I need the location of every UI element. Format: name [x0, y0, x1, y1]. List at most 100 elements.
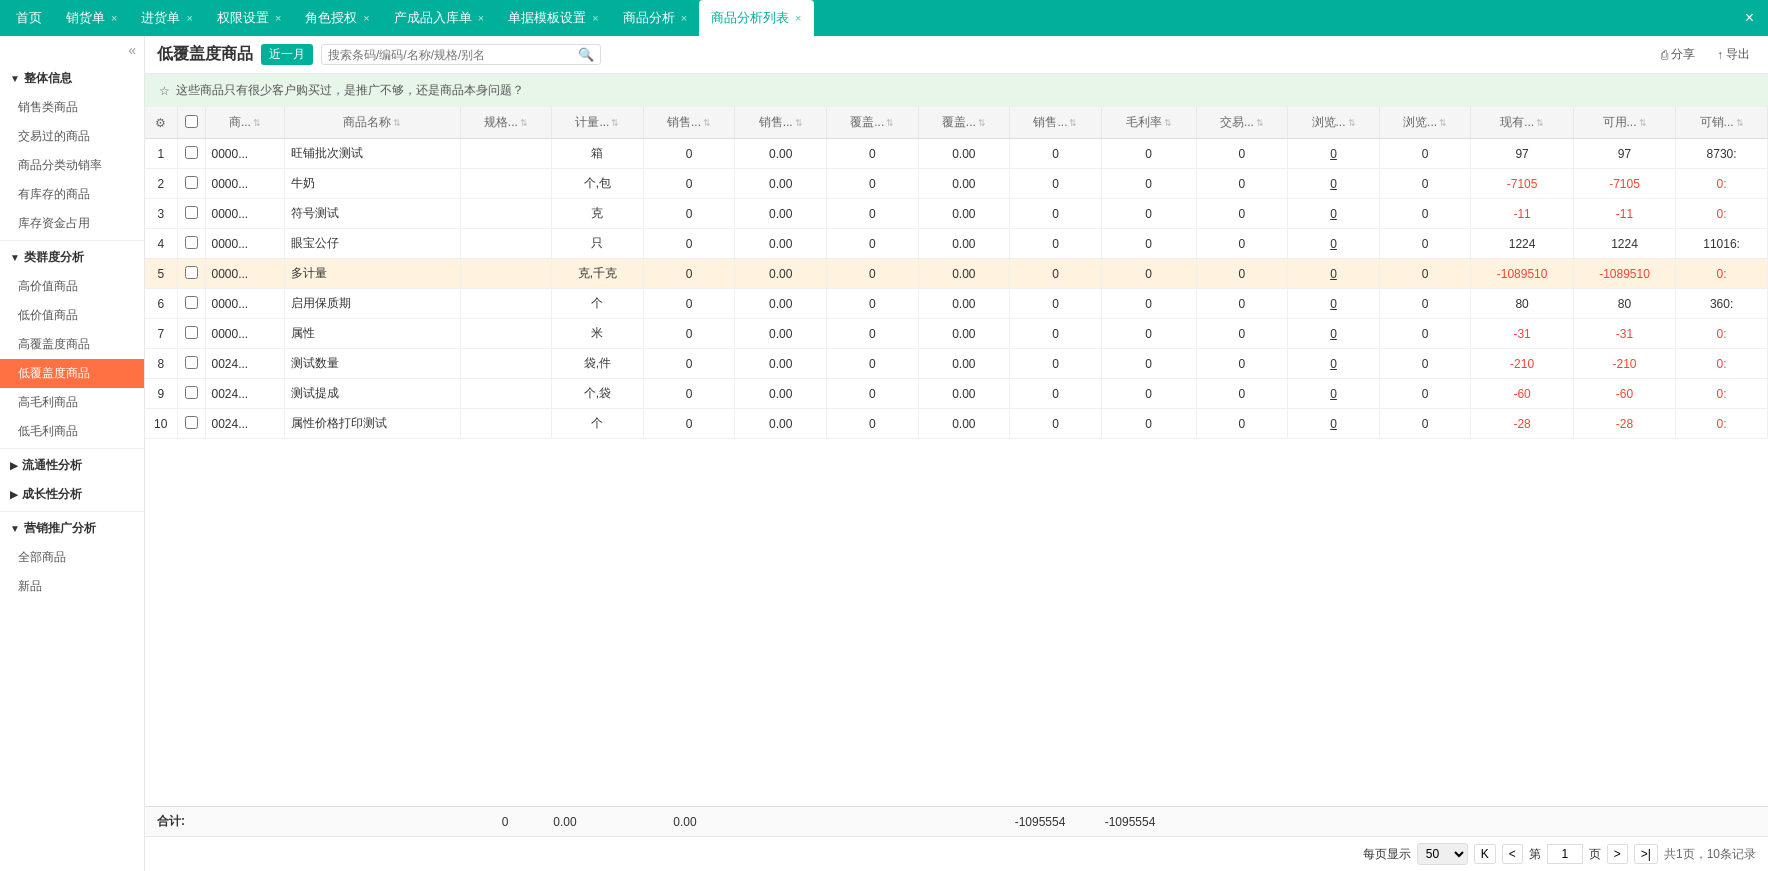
close-icon[interactable]: × — [275, 12, 281, 24]
gross-rate-column-header[interactable]: 毛利率⇅ — [1101, 107, 1196, 139]
row-cover1: 0 — [826, 199, 918, 229]
sales-amount-column-header[interactable]: 销售...⇅ — [735, 107, 827, 139]
code-column-header[interactable]: 商...⇅ — [205, 107, 285, 139]
row-checkbox[interactable] — [177, 229, 205, 259]
cover2-column-header[interactable]: 覆盖...⇅ — [918, 107, 1010, 139]
sidebar-item-new-products[interactable]: 新品 — [0, 572, 144, 601]
settings-column-header[interactable]: ⚙ — [145, 107, 177, 139]
row-available-stock: 1224 — [1573, 229, 1675, 259]
row-browse1[interactable]: 0 — [1288, 229, 1380, 259]
close-all-tabs-button[interactable]: × — [1735, 9, 1764, 27]
checkbox-column-header[interactable] — [177, 107, 205, 139]
sidebar-item-in-stock-products[interactable]: 有库存的商品 — [0, 180, 144, 209]
sidebar-item-all-products[interactable]: 全部商品 — [0, 543, 144, 572]
first-page-button[interactable]: K — [1474, 844, 1496, 864]
sidebar-collapse-button[interactable]: « — [0, 36, 144, 64]
row-browse1[interactable]: 0 — [1288, 349, 1380, 379]
period-button[interactable]: 近一月 — [261, 44, 313, 65]
row-checkbox[interactable] — [177, 379, 205, 409]
tab-permissions[interactable]: 权限设置 × — [205, 0, 293, 36]
page-number-input[interactable] — [1547, 844, 1583, 864]
row-checkbox[interactable] — [177, 259, 205, 289]
info-icon: ☆ — [159, 84, 170, 98]
sidebar-item-category-turnover[interactable]: 商品分类动销率 — [0, 151, 144, 180]
row-browse1[interactable]: 0 — [1288, 199, 1380, 229]
sidebar-item-high-coverage[interactable]: 高覆盖度商品 — [0, 330, 144, 359]
close-icon[interactable]: × — [186, 12, 192, 24]
row-checkbox[interactable] — [177, 349, 205, 379]
tab-product-analysis[interactable]: 商品分析 × — [611, 0, 699, 36]
tab-sales-order[interactable]: 销货单 × — [54, 0, 129, 36]
row-browse1[interactable]: 0 — [1288, 259, 1380, 289]
search-icon[interactable]: 🔍 — [578, 47, 594, 62]
tab-role-auth[interactable]: 角色授权 × — [293, 0, 381, 36]
tab-product-inbound[interactable]: 产成品入库单 × — [382, 0, 496, 36]
tab-purchase-order[interactable]: 进货单 × — [129, 0, 204, 36]
sidebar-item-high-margin[interactable]: 高毛利商品 — [0, 388, 144, 417]
row-checkbox[interactable] — [177, 169, 205, 199]
unit-column-header[interactable]: 计量...⇅ — [552, 107, 644, 139]
trade-column-header[interactable]: 交易...⇅ — [1196, 107, 1288, 139]
tab-home[interactable]: 首页 — [4, 0, 54, 36]
sales3-column-header[interactable]: 销售...⇅ — [1010, 107, 1102, 139]
row-num: 10 — [145, 409, 177, 439]
saleable-column-header[interactable]: 可销...⇅ — [1676, 107, 1768, 139]
row-browse1[interactable]: 0 — [1288, 169, 1380, 199]
page-size-select[interactable]: 50 20 100 — [1417, 843, 1468, 865]
sidebar-group-circulation[interactable]: ▶ 流通性分析 — [0, 451, 144, 480]
available-stock-column-header[interactable]: 可用...⇅ — [1573, 107, 1675, 139]
row-browse1[interactable]: 0 — [1288, 139, 1380, 169]
row-spec — [460, 259, 552, 289]
close-icon[interactable]: × — [592, 12, 598, 24]
sidebar-item-traded-products[interactable]: 交易过的商品 — [0, 122, 144, 151]
total-available-stock: -1095554 — [1085, 815, 1175, 829]
sidebar-group-marketing[interactable]: ▼ 营销推广分析 — [0, 514, 144, 543]
name-column-header[interactable]: 商品名称⇅ — [285, 107, 460, 139]
row-browse1[interactable]: 0 — [1288, 319, 1380, 349]
sidebar-item-low-coverage[interactable]: 低覆盖度商品 — [0, 359, 144, 388]
row-cover1: 0 — [826, 319, 918, 349]
sidebar-item-low-margin[interactable]: 低毛利商品 — [0, 417, 144, 446]
row-checkbox[interactable] — [177, 289, 205, 319]
close-icon[interactable]: × — [478, 12, 484, 24]
spec-column-header[interactable]: 规格...⇅ — [460, 107, 552, 139]
row-checkbox[interactable] — [177, 139, 205, 169]
row-cover2: 0.00 — [918, 289, 1010, 319]
prev-page-button[interactable]: < — [1502, 844, 1523, 864]
sidebar-group-overall[interactable]: ▼ 整体信息 — [0, 64, 144, 93]
cover1-column-header[interactable]: 覆盖...⇅ — [826, 107, 918, 139]
row-browse1[interactable]: 0 — [1288, 409, 1380, 439]
browse2-column-header[interactable]: 浏览...⇅ — [1379, 107, 1471, 139]
last-page-button[interactable]: >| — [1634, 844, 1658, 864]
row-checkbox[interactable] — [177, 199, 205, 229]
sidebar-item-low-value[interactable]: 低价值商品 — [0, 301, 144, 330]
current-stock-column-header[interactable]: 现有...⇅ — [1471, 107, 1573, 139]
export-button[interactable]: ↑ 导出 — [1711, 44, 1756, 65]
sidebar-group-cluster[interactable]: ▼ 类群度分析 — [0, 243, 144, 272]
sidebar-group-growth[interactable]: ▶ 成长性分析 — [0, 480, 144, 509]
sidebar-item-high-value[interactable]: 高价值商品 — [0, 272, 144, 301]
row-browse1[interactable]: 0 — [1288, 379, 1380, 409]
row-checkbox[interactable] — [177, 319, 205, 349]
close-icon[interactable]: × — [681, 12, 687, 24]
row-unit: 米 — [552, 319, 644, 349]
search-input[interactable] — [328, 48, 578, 62]
next-page-button[interactable]: > — [1607, 844, 1628, 864]
close-icon[interactable]: × — [795, 12, 801, 24]
row-browse1[interactable]: 0 — [1288, 289, 1380, 319]
select-all-checkbox[interactable] — [185, 115, 198, 128]
tab-template-settings[interactable]: 单据模板设置 × — [496, 0, 610, 36]
sidebar-item-stock-capital[interactable]: 库存资金占用 — [0, 209, 144, 238]
row-num: 4 — [145, 229, 177, 259]
browse1-column-header[interactable]: 浏览...⇅ — [1288, 107, 1380, 139]
share-button[interactable]: ⎙ 分享 — [1655, 44, 1701, 65]
row-checkbox[interactable] — [177, 409, 205, 439]
sales-qty-column-header[interactable]: 销售...⇅ — [643, 107, 735, 139]
tab-product-analysis-list[interactable]: 商品分析列表 × — [699, 0, 813, 36]
close-icon[interactable]: × — [363, 12, 369, 24]
row-unit: 箱 — [552, 139, 644, 169]
close-icon[interactable]: × — [111, 12, 117, 24]
row-available-stock: -1089510 — [1573, 259, 1675, 289]
sidebar-item-sales-products[interactable]: 销售类商品 — [0, 93, 144, 122]
row-spec — [460, 379, 552, 409]
